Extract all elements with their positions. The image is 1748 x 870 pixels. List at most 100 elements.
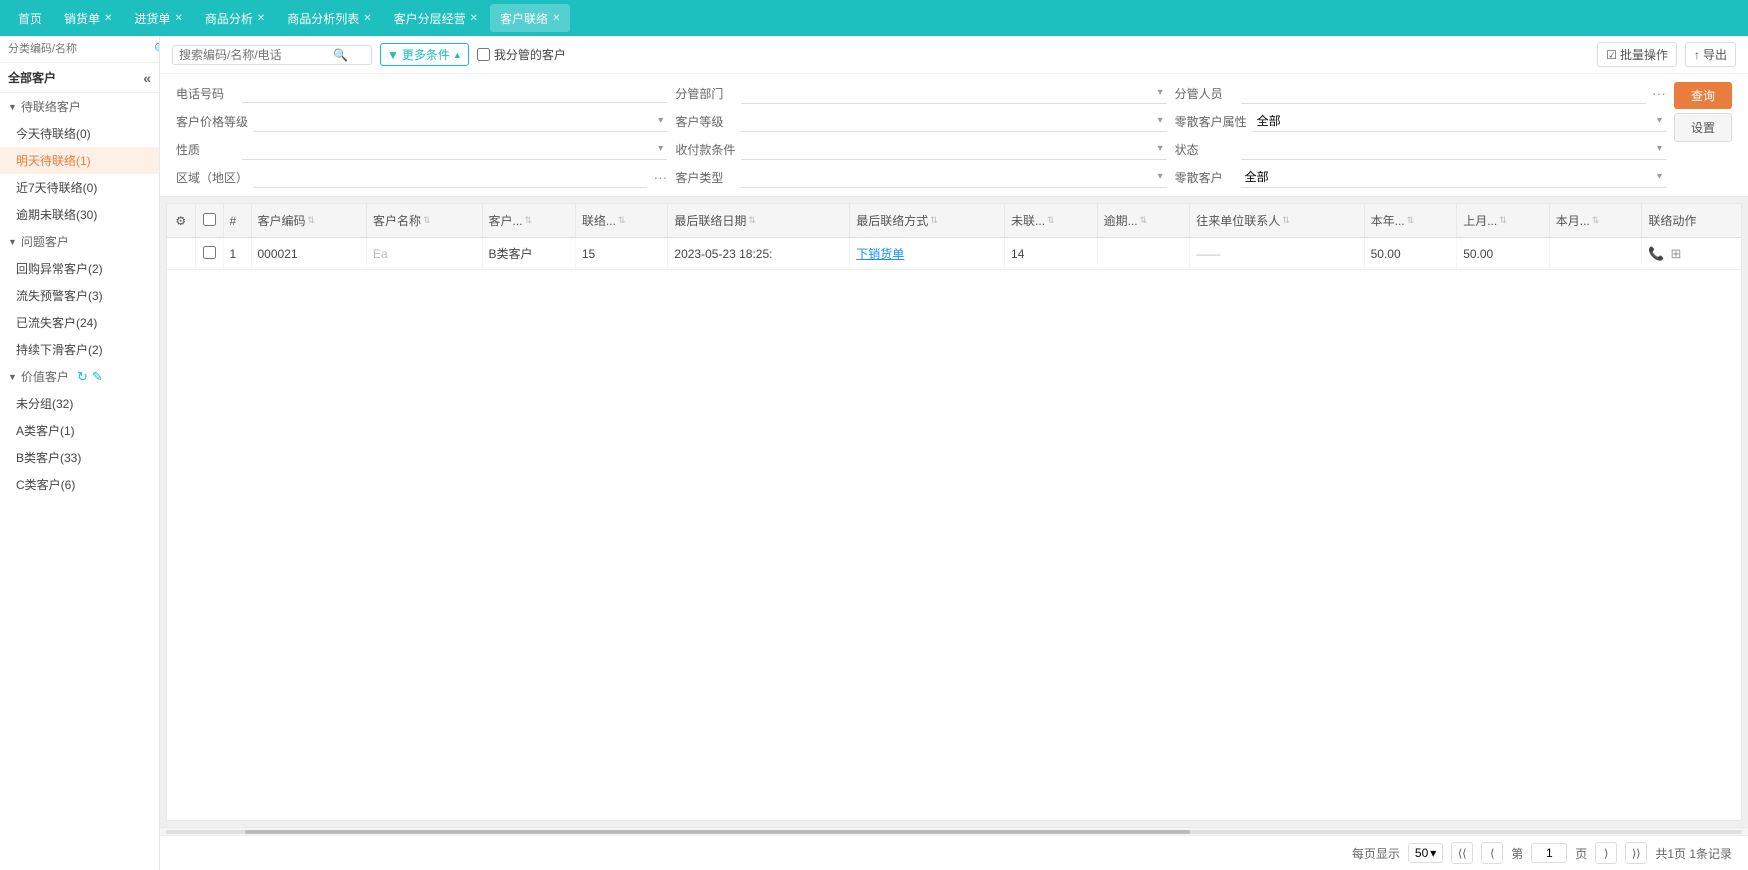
- my-customers-checkbox[interactable]: [477, 48, 490, 61]
- query-button[interactable]: 查询: [1674, 82, 1732, 109]
- row-checkbox[interactable]: [203, 246, 216, 259]
- first-page-button[interactable]: ⟨⟨: [1451, 842, 1473, 864]
- filter-payment-select[interactable]: ▾: [741, 138, 1166, 160]
- nav-goods-analysis-list-close[interactable]: ✕: [363, 13, 371, 24]
- next-page-button[interactable]: ⟩: [1595, 842, 1617, 864]
- filter-nature-select[interactable]: ▾: [242, 138, 667, 160]
- chevron-up-icon: ▲: [453, 50, 462, 60]
- last-page-button[interactable]: ⟩⟩: [1625, 842, 1647, 864]
- filter-customer-type-select[interactable]: ▾: [741, 166, 1166, 188]
- nav-purchase-order[interactable]: 进货单 ✕: [124, 4, 192, 32]
- nav-customer-contact[interactable]: 客户联络 ✕: [490, 4, 570, 32]
- col-uncontacted[interactable]: 未联...⇅: [1005, 204, 1098, 238]
- adv-filter-row-2: 客户价格等级 ▾ 客户等级 ▾: [176, 110, 1666, 132]
- sidebar-collapse-icon: «: [143, 70, 151, 86]
- nav-customer-layer[interactable]: 客户分层经营 ✕: [384, 4, 488, 32]
- sidebar-value-edit-icon[interactable]: ✎: [92, 369, 103, 385]
- col-type[interactable]: 客户...⇅: [482, 204, 575, 238]
- sidebar-item-churned[interactable]: 已流失客户(24): [0, 309, 159, 336]
- last-method-link[interactable]: 下销货单: [856, 247, 904, 261]
- sidebar-item-7days[interactable]: 近7天待联络(0): [0, 174, 159, 201]
- adv-filter-row-3: 性质 ▾ 收付款条件 ▾: [176, 138, 1666, 160]
- sidebar-item-declining[interactable]: 持续下滑客户(2): [0, 336, 159, 363]
- batch-action-button[interactable]: ☑ 批量操作: [1597, 42, 1677, 67]
- filter-status-select[interactable]: ▾: [1241, 138, 1666, 160]
- filter-price-level-select[interactable]: ▾: [254, 110, 667, 132]
- sidebar-item-today[interactable]: 今天待联络(0): [0, 120, 159, 147]
- nav-purchase-order-label: 进货单: [134, 10, 170, 27]
- chevron-down-icon-4: ▾: [1657, 115, 1662, 126]
- col-unit-contact[interactable]: 往来单位联系人⇅: [1190, 204, 1364, 238]
- cell-this-year: 50.00: [1364, 238, 1457, 270]
- nav-goods-analysis-list[interactable]: 商品分析列表 ✕: [277, 4, 381, 32]
- sidebar-item-ungrouped[interactable]: 未分组(32): [0, 390, 159, 417]
- col-code[interactable]: 客户编码⇅: [251, 204, 367, 238]
- filter-manager-dots[interactable]: ···: [1652, 85, 1666, 101]
- nav-goods-analysis-close[interactable]: ✕: [257, 13, 265, 24]
- sidebar-item-repurchase-abnormal[interactable]: 回购异常客户(2): [0, 255, 159, 282]
- sidebar-item-c-class[interactable]: C类客户(6): [0, 471, 159, 498]
- table-row: 1 000021 Ea B类客户 15 2023-05-23 18:25: 下销…: [167, 238, 1741, 270]
- col-last-method[interactable]: 最后联络方式⇅: [850, 204, 1005, 238]
- col-contact-count[interactable]: 联络...⇅: [575, 204, 668, 238]
- more-conditions-button[interactable]: ▼ 更多条件 ▲: [380, 43, 469, 66]
- scroll-indicator: [160, 827, 1748, 835]
- col-no: #: [223, 204, 251, 238]
- filter-search-input[interactable]: [179, 48, 329, 62]
- filter-retail-attr-select[interactable]: 全部 ▾: [1253, 110, 1666, 132]
- sidebar-pending-triangle: ▼: [8, 102, 17, 112]
- sidebar-item-tomorrow[interactable]: 明天待联络(1): [0, 147, 159, 174]
- nav-sales-order[interactable]: 销货单 ✕: [54, 4, 122, 32]
- col-checkbox[interactable]: [195, 204, 223, 238]
- nav-sales-order-close[interactable]: ✕: [104, 13, 112, 24]
- filter-manager-label: 分管人员: [1175, 85, 1235, 102]
- cell-checkbox[interactable]: [195, 238, 223, 270]
- sidebar-group-value: ▼ 价值客户 ↻ ✎: [0, 363, 159, 390]
- sidebar-item-overdue[interactable]: 逾期未联络(30): [0, 201, 159, 228]
- filter-retail-attr-label: 零散客户属性: [1175, 113, 1247, 130]
- sidebar-item-a-class[interactable]: A类客户(1): [0, 417, 159, 444]
- nav-customer-contact-close[interactable]: ✕: [552, 13, 560, 24]
- nav-customer-layer-close[interactable]: ✕: [470, 13, 478, 24]
- per-page-select[interactable]: 50 ▾: [1408, 843, 1443, 863]
- filter-region-dots[interactable]: ···: [653, 169, 667, 185]
- sidebar-item-b-class[interactable]: B类客户(33): [0, 444, 159, 471]
- col-settings[interactable]: ⚙: [167, 204, 195, 238]
- col-last-date[interactable]: 最后联络日期⇅: [668, 204, 850, 238]
- sidebar-search-bar: 🔍: [0, 36, 159, 63]
- sort-icon-unit-contact: ⇅: [1282, 215, 1290, 226]
- top-nav: 首页 销货单 ✕ 进货单 ✕ 商品分析 ✕ 商品分析列表 ✕ 客户分层经营 ✕ …: [0, 0, 1748, 36]
- chevron-down-icon-page: ▾: [1430, 846, 1436, 860]
- page-unit: 页: [1575, 845, 1587, 862]
- page-number-input[interactable]: [1531, 843, 1567, 863]
- filter-customer-level-select[interactable]: ▾: [741, 110, 1166, 132]
- col-this-year[interactable]: 本年...⇅: [1364, 204, 1457, 238]
- cell-last-method[interactable]: 下销货单: [850, 238, 1005, 270]
- export-button[interactable]: ↑ 导出: [1685, 42, 1736, 67]
- nav-goods-analysis-list-label: 商品分析列表: [287, 10, 359, 27]
- select-all-checkbox[interactable]: [203, 213, 216, 226]
- col-name[interactable]: 客户名称⇅: [367, 204, 483, 238]
- chevron-down-icon-2: ▾: [658, 115, 663, 126]
- filter-retail-customer-select[interactable]: 全部 ▾: [1241, 166, 1666, 188]
- nav-goods-analysis[interactable]: 商品分析 ✕: [195, 4, 275, 32]
- col-overdue[interactable]: 逾期...⇅: [1097, 204, 1190, 238]
- filter-phone-input[interactable]: [242, 84, 667, 103]
- sidebar-all-customers[interactable]: 全部客户 «: [0, 63, 159, 93]
- nav-customer-layer-label: 客户分层经营: [394, 10, 466, 27]
- data-table-container: ⚙ # 客户编码⇅ 客户名称⇅ 客户...⇅ 联络...: [166, 203, 1742, 821]
- action-phone-icon[interactable]: 📞: [1648, 246, 1664, 262]
- nav-home[interactable]: 首页: [8, 4, 52, 32]
- col-last-month[interactable]: 上月...⇅: [1457, 204, 1550, 238]
- action-grid-icon[interactable]: ⊞: [1671, 246, 1682, 262]
- col-this-month[interactable]: 本月...⇅: [1549, 204, 1642, 238]
- sidebar-search-input[interactable]: [8, 43, 150, 55]
- sidebar-item-churn-warning[interactable]: 流失预警客户(3): [0, 282, 159, 309]
- filter-search-icon[interactable]: 🔍: [333, 48, 348, 62]
- prev-page-button[interactable]: ⟨: [1481, 842, 1503, 864]
- nav-purchase-close[interactable]: ✕: [174, 13, 182, 24]
- cell-last-date: 2023-05-23 18:25:: [668, 238, 850, 270]
- set-button[interactable]: 设置: [1674, 113, 1732, 142]
- filter-dept-select[interactable]: ▾: [741, 82, 1166, 104]
- sidebar-value-refresh-icon[interactable]: ↻: [77, 369, 88, 385]
